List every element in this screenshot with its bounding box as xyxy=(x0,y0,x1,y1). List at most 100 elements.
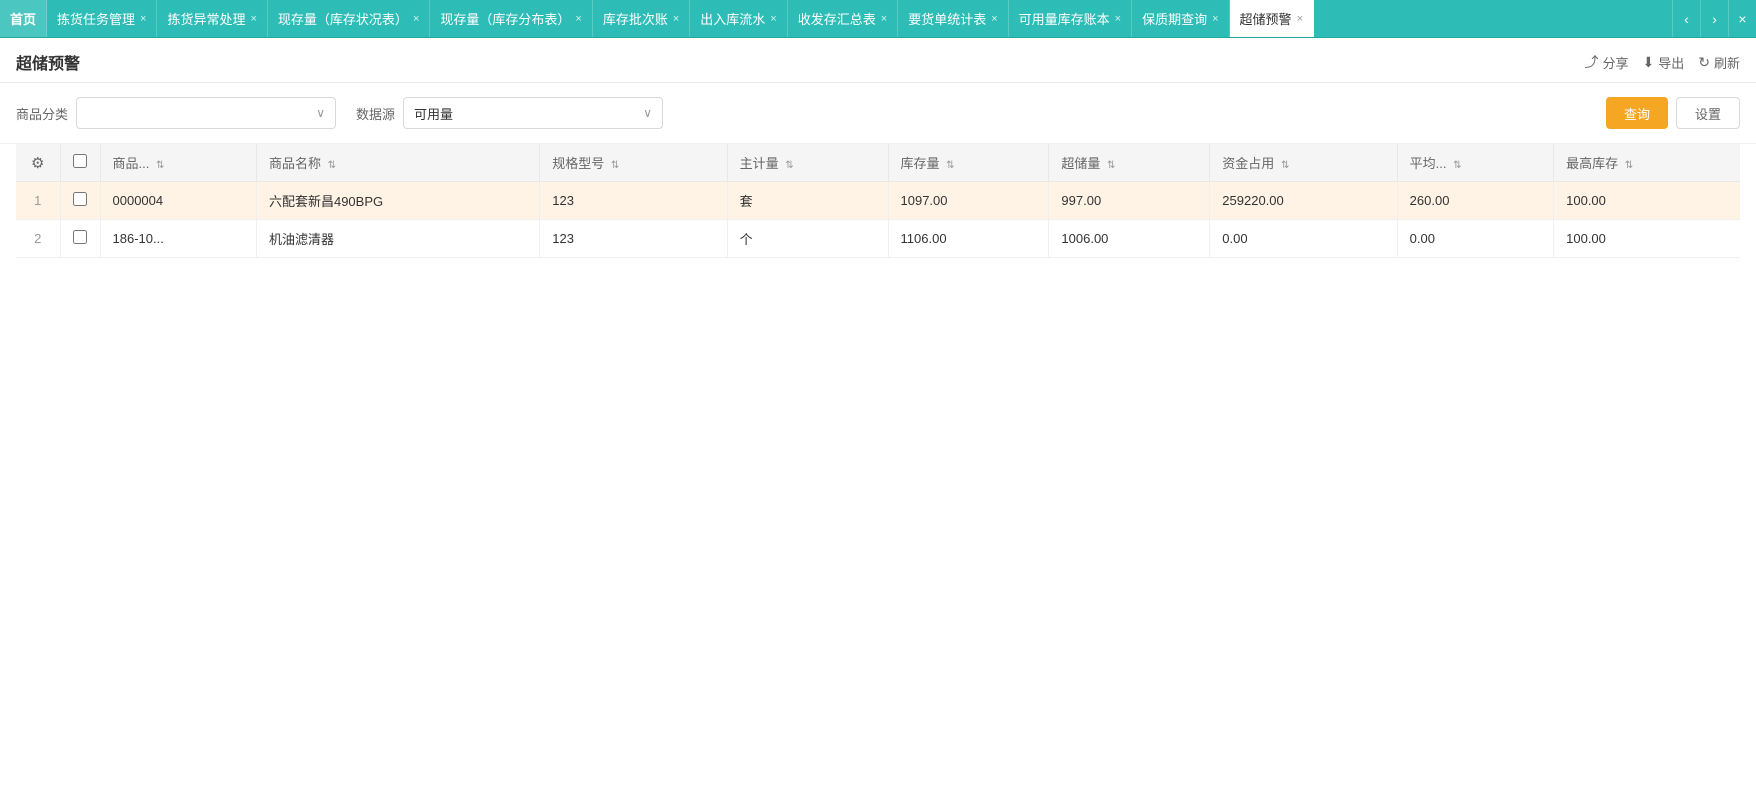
nav-label: 超储预警 xyxy=(1240,9,1292,28)
nav-item-stock-dist[interactable]: 现存量（库存分布表） × xyxy=(430,0,592,37)
col-max-stock-header[interactable]: 最高库存 ⇅ xyxy=(1554,144,1740,182)
row-checkbox[interactable] xyxy=(73,230,87,244)
nav-label: 要货单统计表 xyxy=(908,9,986,28)
nav-item-quality[interactable]: 保质期查询 × xyxy=(1132,0,1229,37)
select-all-checkbox[interactable] xyxy=(73,154,87,168)
nav-close-icon[interactable]: × xyxy=(140,13,146,25)
nav-item-task-mgmt[interactable]: 拣货任务管理 × xyxy=(47,0,157,37)
nav-close-icon[interactable]: × xyxy=(250,13,256,25)
product-name-cell: 六配套新昌490BPG xyxy=(256,182,539,220)
nav-label: 现存量（库存状况表） xyxy=(278,9,408,28)
col-header-label: 平均... xyxy=(1410,156,1447,171)
nav-item-batch[interactable]: 库存批次账 × xyxy=(593,0,690,37)
nav-left-arrow[interactable]: ‹ xyxy=(1672,0,1700,37)
nav-item-stock-status[interactable]: 现存量（库存状况表） × xyxy=(268,0,430,37)
settings-button[interactable]: 设置 xyxy=(1676,97,1740,129)
chevron-down-icon: ∨ xyxy=(316,106,325,120)
page-title: 超储预警 xyxy=(16,50,80,74)
product-name-cell: 机油滤清器 xyxy=(256,220,539,258)
export-button[interactable]: ⬇ 导出 xyxy=(1643,53,1685,72)
nav-label: 出入库流水 xyxy=(700,9,765,28)
nav-item-inout[interactable]: 出入库流水 × xyxy=(690,0,787,37)
row-number: 1 xyxy=(16,182,60,220)
capital-cell: 259220.00 xyxy=(1210,182,1397,220)
col-header-label: 规格型号 xyxy=(552,156,604,171)
col-header-label: 商品... xyxy=(113,156,150,171)
datasource-filter-group: 数据源 可用量 ∨ xyxy=(356,97,663,129)
datasource-select-value: 可用量 xyxy=(414,104,453,123)
table-row: 1 0000004 六配套新昌490BPG 123 套 1097.00 997.… xyxy=(16,182,1740,220)
nav-item-order-stat[interactable]: 要货单统计表 × xyxy=(898,0,1008,37)
table-container: ⚙ 商品... ⇅ 商品名称 ⇅ 规格型号 ⇅ xyxy=(0,144,1756,258)
max-stock-cell: 100.00 xyxy=(1554,220,1740,258)
col-header-label: 超储量 xyxy=(1061,156,1100,171)
page-content: 超储预警 ⤴ 分享 ⬇ 导出 ↻ 刷新 商品分类 ∨ 数据源 xyxy=(0,38,1756,800)
sort-icon: ⇅ xyxy=(946,160,954,171)
sort-icon: ⇅ xyxy=(328,160,336,171)
row-checkbox[interactable] xyxy=(73,192,87,206)
refresh-icon: ↻ xyxy=(1698,54,1710,71)
col-spec-header[interactable]: 规格型号 ⇅ xyxy=(540,144,727,182)
nav-close-icon[interactable]: × xyxy=(991,13,997,25)
table-row: 2 186-10... 机油滤清器 123 个 1106.00 1006.00 … xyxy=(16,220,1740,258)
col-header-label: 资金占用 xyxy=(1222,156,1274,171)
nav-close-icon[interactable]: × xyxy=(575,13,581,25)
nav-right-arrow[interactable]: › xyxy=(1700,0,1728,37)
overstock-table: ⚙ 商品... ⇅ 商品名称 ⇅ 规格型号 ⇅ xyxy=(16,144,1740,258)
avg-cell: 260.00 xyxy=(1397,182,1553,220)
nav-item-abnormal[interactable]: 拣货异常处理 × xyxy=(157,0,267,37)
category-label: 商品分类 xyxy=(16,104,68,123)
category-filter-group: 商品分类 ∨ xyxy=(16,97,336,129)
nav-more-arrow[interactable]: × xyxy=(1728,0,1756,37)
nav-close-icon[interactable]: × xyxy=(673,13,679,25)
nav-close-icon[interactable]: × xyxy=(881,13,887,25)
max-stock-cell: 100.00 xyxy=(1554,182,1740,220)
share-button[interactable]: ⤴ 分享 xyxy=(1584,52,1628,72)
sort-icon: ⇅ xyxy=(156,160,164,171)
refresh-button[interactable]: ↻ 刷新 xyxy=(1698,53,1740,72)
col-header-label: 最高库存 xyxy=(1566,156,1618,171)
overstock-cell: 1006.00 xyxy=(1049,220,1210,258)
nav-close-icon[interactable]: × xyxy=(1297,13,1303,25)
nav-label: 保质期查询 xyxy=(1142,9,1207,28)
nav-item-overstock[interactable]: 超储预警 × xyxy=(1230,0,1314,37)
col-settings: ⚙ xyxy=(16,144,60,182)
nav-close-icon[interactable]: × xyxy=(1115,13,1121,25)
top-navigation: 首页 拣货任务管理 × 拣货异常处理 × 现存量（库存状况表） × 现存量（库存… xyxy=(0,0,1756,38)
export-label: 导出 xyxy=(1658,53,1684,72)
nav-close-icon[interactable]: × xyxy=(413,13,419,25)
gear-icon[interactable]: ⚙ xyxy=(30,154,46,170)
col-header-label: 主计量 xyxy=(740,156,779,171)
nav-label: 库存批次账 xyxy=(603,9,668,28)
refresh-label: 刷新 xyxy=(1714,53,1740,72)
col-capital-header[interactable]: 资金占用 ⇅ xyxy=(1210,144,1397,182)
col-product-name-header[interactable]: 商品名称 ⇅ xyxy=(256,144,539,182)
chevron-down-icon: ∨ xyxy=(643,106,652,120)
category-select[interactable]: ∨ xyxy=(76,97,336,129)
sort-icon: ⇅ xyxy=(611,160,619,171)
row-checkbox-cell xyxy=(60,182,100,220)
nav-item-home[interactable]: 首页 xyxy=(0,0,47,37)
col-unit-header[interactable]: 主计量 ⇅ xyxy=(727,144,888,182)
table-header-row: ⚙ 商品... ⇅ 商品名称 ⇅ 规格型号 ⇅ xyxy=(16,144,1740,182)
stock-cell: 1106.00 xyxy=(888,220,1049,258)
nav-label: 现存量（库存分布表） xyxy=(440,9,570,28)
query-button[interactable]: 查询 xyxy=(1606,97,1668,129)
col-header-label: 库存量 xyxy=(901,156,940,171)
nav-home-label: 首页 xyxy=(10,9,36,28)
col-avg-header[interactable]: 平均... ⇅ xyxy=(1397,144,1553,182)
nav-close-icon[interactable]: × xyxy=(1212,13,1218,25)
overstock-cell: 997.00 xyxy=(1049,182,1210,220)
col-stock-header[interactable]: 库存量 ⇅ xyxy=(888,144,1049,182)
datasource-label: 数据源 xyxy=(356,104,395,123)
export-icon: ⬇ xyxy=(1643,54,1655,71)
nav-item-available[interactable]: 可用量库存账本 × xyxy=(1009,0,1132,37)
col-product-code-header[interactable]: 商品... ⇅ xyxy=(100,144,256,182)
col-overstock-header[interactable]: 超储量 ⇅ xyxy=(1049,144,1210,182)
nav-item-collect[interactable]: 收发存汇总表 × xyxy=(788,0,898,37)
spec-cell: 123 xyxy=(540,220,727,258)
avg-cell: 0.00 xyxy=(1397,220,1553,258)
datasource-select[interactable]: 可用量 ∨ xyxy=(403,97,663,129)
unit-cell: 个 xyxy=(727,220,888,258)
nav-close-icon[interactable]: × xyxy=(770,13,776,25)
